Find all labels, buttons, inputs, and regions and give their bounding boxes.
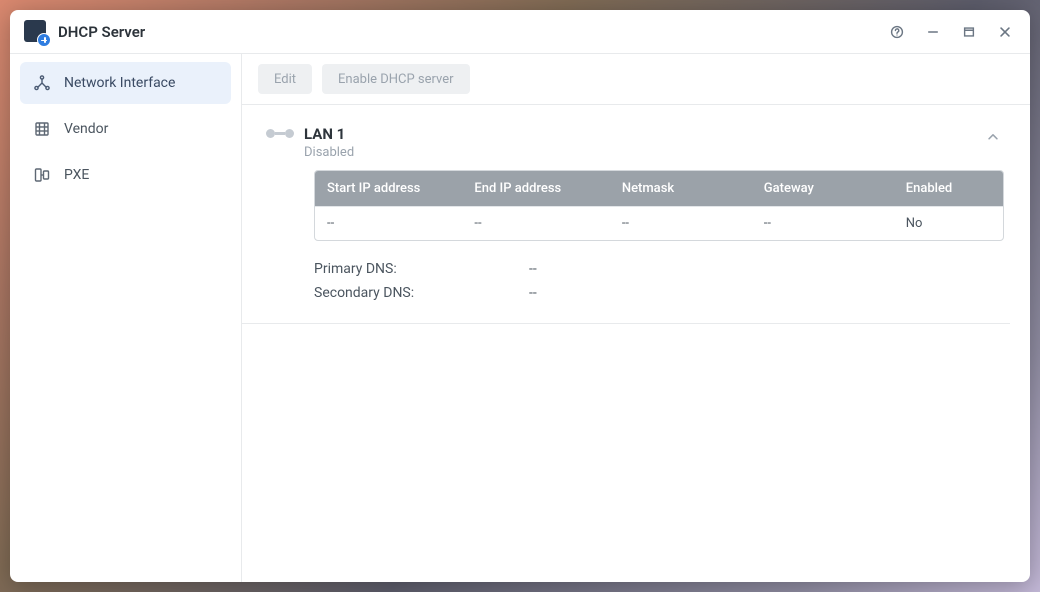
primary-dns-label: Primary DNS: (314, 261, 529, 277)
maximize-icon[interactable] (958, 21, 980, 43)
col-end-ip: End IP address (462, 171, 609, 207)
edit-button[interactable]: Edit (258, 64, 312, 94)
secondary-dns-value: -- (529, 285, 537, 301)
dhcp-range-table: Start IP address End IP address Netmask … (314, 170, 1004, 241)
sidebar-item-label: Vendor (64, 121, 108, 137)
connection-state-icon (256, 125, 304, 138)
col-gateway: Gateway (752, 171, 894, 207)
dns-block: Primary DNS: -- Secondary DNS: -- (314, 257, 1004, 305)
primary-dns-value: -- (529, 261, 537, 277)
cell-gateway: -- (752, 207, 894, 241)
window-title: DHCP Server (58, 23, 145, 41)
minimize-icon[interactable] (922, 21, 944, 43)
collapse-icon[interactable] (982, 125, 1004, 152)
app-icon (24, 20, 48, 44)
sidebar: Network Interface Vendor (10, 54, 242, 582)
table-header-row: Start IP address End IP address Netmask … (315, 171, 1003, 207)
close-icon[interactable] (994, 21, 1016, 43)
col-start-ip: Start IP address (315, 171, 462, 207)
interface-name: LAN 1 (304, 125, 982, 143)
enable-dhcp-button[interactable]: Enable DHCP server (322, 64, 470, 94)
sidebar-item-pxe[interactable]: PXE (20, 154, 231, 196)
cell-end-ip: -- (462, 207, 609, 241)
cell-enabled: No (894, 207, 1003, 241)
interface-status: Disabled (304, 145, 982, 160)
section-divider (242, 323, 1010, 324)
sidebar-item-network-interface[interactable]: Network Interface (20, 62, 231, 104)
sidebar-item-label: Network Interface (64, 75, 175, 91)
app-window: DHCP Server (10, 10, 1030, 582)
col-netmask: Netmask (610, 171, 752, 207)
sidebar-item-label: PXE (64, 167, 89, 183)
network-interface-icon (32, 73, 52, 93)
title-bar: DHCP Server (10, 10, 1030, 54)
toolbar: Edit Enable DHCP server (242, 54, 1030, 105)
pxe-icon (32, 165, 52, 185)
interface-detail: Start IP address End IP address Netmask … (250, 170, 1010, 305)
main-panel: Edit Enable DHCP server LAN 1 Disabled (242, 54, 1030, 582)
cell-start-ip: -- (315, 207, 462, 241)
vendor-icon (32, 119, 52, 139)
col-enabled: Enabled (894, 171, 1003, 207)
cell-netmask: -- (610, 207, 752, 241)
help-icon[interactable] (886, 21, 908, 43)
table-row[interactable]: -- -- -- -- No (315, 207, 1003, 241)
sidebar-item-vendor[interactable]: Vendor (20, 108, 231, 150)
interface-header[interactable]: LAN 1 Disabled (250, 117, 1010, 170)
secondary-dns-label: Secondary DNS: (314, 285, 529, 301)
